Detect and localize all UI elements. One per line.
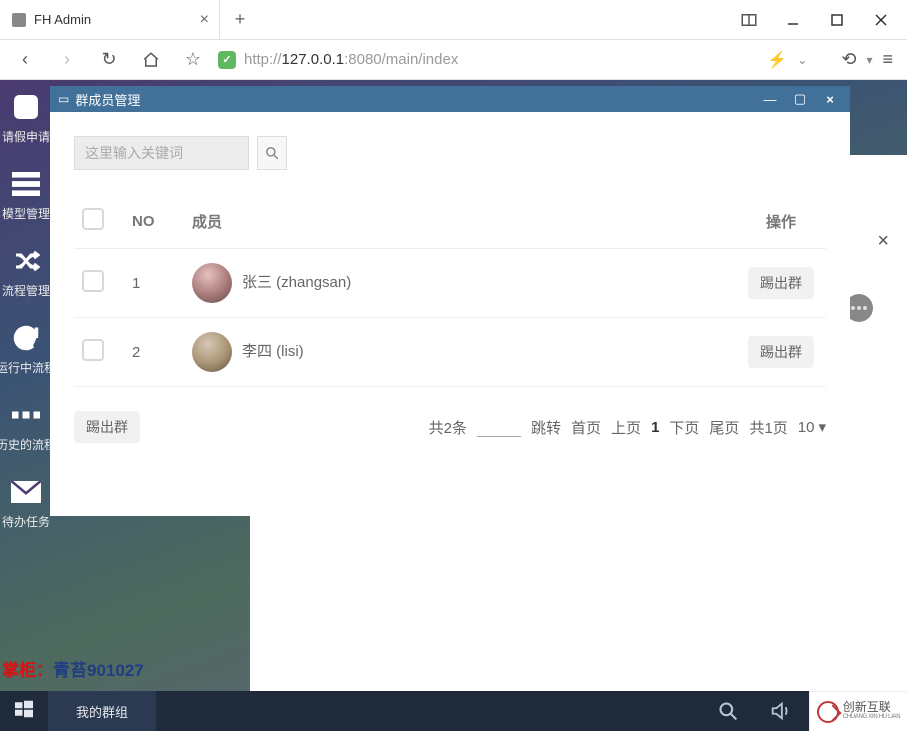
- modal-minimize-button[interactable]: —: [758, 92, 782, 107]
- modal-maximize-button[interactable]: ▢: [788, 91, 812, 107]
- search-button[interactable]: [257, 136, 287, 170]
- sidebar-item-label: 待办任务: [2, 513, 50, 530]
- sidebar-item-history[interactable]: 历史的流程: [0, 400, 52, 453]
- mail-icon: [9, 477, 43, 507]
- brand-logo: 创新互联 CHUANG XIN HU LIAN: [809, 691, 907, 731]
- pager: 共2条 跳转 首页 上页 1 下页 尾页 共1页 10 ▾: [429, 417, 826, 438]
- sync-icon: [9, 323, 43, 353]
- refresh-button[interactable]: ↻: [92, 43, 126, 77]
- favicon-icon: [12, 13, 26, 27]
- pager-jump-button[interactable]: 跳转: [531, 417, 561, 438]
- sound-icon[interactable]: [765, 696, 795, 726]
- member-name: 李四 (lisi): [242, 343, 304, 360]
- bolt-icon[interactable]: ⚡: [767, 50, 787, 70]
- row-no: 2: [124, 318, 184, 387]
- pager-pages: 共1页: [749, 417, 787, 438]
- sidebar-item-todo[interactable]: 待办任务: [0, 477, 52, 530]
- shield-icon: ✓: [218, 51, 236, 69]
- sidebar-item-label: 运行中流程: [0, 359, 56, 376]
- watermark: 掌柜：青苔901027: [2, 656, 144, 681]
- taskbar: 我的群组 +: [0, 691, 907, 731]
- page-size-select[interactable]: 10 ▾: [798, 418, 826, 436]
- chevron-down-icon: ▾: [818, 418, 826, 436]
- close-icon[interactable]: ×: [877, 230, 889, 253]
- nav-back-button[interactable]: ‹: [8, 43, 42, 77]
- browser-tab[interactable]: FH Admin ×: [0, 0, 220, 40]
- sidebar-item-leave[interactable]: 请假申请: [0, 92, 52, 145]
- pager-last-button[interactable]: 尾页: [709, 417, 739, 438]
- avatar: [192, 332, 232, 372]
- modal-body: NO 成员 操作 1 张三 (zhangsan) 踢出群 2: [50, 112, 850, 516]
- favorite-button[interactable]: ☆: [176, 43, 210, 77]
- column-op: 操作: [736, 194, 826, 249]
- sidebar-item-label: 流程管理: [2, 282, 50, 299]
- kick-button[interactable]: 踢出群: [748, 267, 814, 299]
- taskbar-item-label: 我的群组: [76, 702, 128, 721]
- sidebar-item-label: 历史的流程: [0, 436, 56, 453]
- row-checkbox[interactable]: [82, 339, 104, 361]
- pager-first-button[interactable]: 首页: [571, 417, 601, 438]
- modal-group-members: ▭ 群成员管理 — ▢ × NO 成员 操作: [50, 86, 850, 516]
- keyword-input[interactable]: [74, 136, 249, 170]
- shuffle-icon: [9, 246, 43, 276]
- address-bar[interactable]: ✓ http://127.0.0.1:8080/main/index: [218, 51, 759, 69]
- app-viewport: ≡ ▴ × 请假申请 模型管理 流程管理 运行中流程 历史的流程 待办任务: [0, 80, 907, 731]
- pager-next-button[interactable]: 下页: [669, 417, 699, 438]
- row-checkbox[interactable]: [82, 270, 104, 292]
- ellipsis-icon: [9, 400, 43, 430]
- sidebar-item-label: 请假申请: [2, 128, 50, 145]
- url-text: http://127.0.0.1:8080/main/index: [244, 51, 458, 68]
- pager-jump-input[interactable]: [477, 417, 521, 437]
- kick-button[interactable]: 踢出群: [748, 336, 814, 368]
- home-button[interactable]: [134, 43, 168, 77]
- window-minimize-button[interactable]: [773, 5, 813, 35]
- browser-tabs-bar: FH Admin × +: [0, 0, 907, 40]
- sidebar-item-running[interactable]: 运行中流程: [0, 323, 52, 376]
- sidebar: 请假申请 模型管理 流程管理 运行中流程 历史的流程 待办任务: [0, 80, 52, 731]
- avatar: [192, 263, 232, 303]
- edit-icon: [9, 92, 43, 122]
- chevron-down-icon[interactable]: ⌄: [797, 53, 807, 67]
- close-icon[interactable]: ×: [200, 11, 209, 29]
- modal-title: 群成员管理: [75, 90, 140, 109]
- select-all-checkbox[interactable]: [82, 208, 104, 230]
- window-controls: [729, 5, 907, 35]
- window-icon: ▭: [58, 92, 69, 106]
- start-button[interactable]: [0, 700, 48, 723]
- hamburger-icon[interactable]: ≡: [882, 49, 893, 70]
- members-table: NO 成员 操作 1 张三 (zhangsan) 踢出群 2: [74, 194, 826, 387]
- search-icon[interactable]: [713, 696, 743, 726]
- pager-total: 共2条: [429, 417, 467, 438]
- table-row: 1 张三 (zhangsan) 踢出群: [74, 249, 826, 318]
- pager-current: 1: [651, 419, 659, 436]
- nav-forward-button[interactable]: ›: [50, 43, 84, 77]
- column-no: NO: [124, 194, 184, 249]
- sidebar-item-label: 模型管理: [2, 205, 50, 222]
- modal-close-button[interactable]: ×: [818, 92, 842, 107]
- new-tab-button[interactable]: +: [220, 9, 260, 30]
- table-row: 2 李四 (lisi) 踢出群: [74, 318, 826, 387]
- reader-mode-icon[interactable]: [729, 5, 769, 35]
- window-close-button[interactable]: [861, 5, 901, 35]
- logo-icon: [817, 701, 839, 723]
- toolbar-right: ⚡ ⌄ ⟲ ▾ ≡: [767, 49, 899, 70]
- undo-icon[interactable]: ⟲: [841, 49, 856, 70]
- sidebar-item-model[interactable]: 模型管理: [0, 169, 52, 222]
- sidebar-item-flow[interactable]: 流程管理: [0, 246, 52, 299]
- window-maximize-button[interactable]: [817, 5, 857, 35]
- bulk-kick-button[interactable]: 踢出群: [74, 411, 140, 443]
- browser-toolbar: ‹ › ↻ ☆ ✓ http://127.0.0.1:8080/main/ind…: [0, 40, 907, 80]
- search-icon: [265, 146, 279, 160]
- column-member: 成员: [184, 194, 736, 249]
- list-icon: [9, 169, 43, 199]
- row-no: 1: [124, 249, 184, 318]
- member-name: 张三 (zhangsan): [242, 274, 351, 291]
- pager-prev-button[interactable]: 上页: [611, 417, 641, 438]
- modal-titlebar[interactable]: ▭ 群成员管理 — ▢ ×: [50, 86, 850, 112]
- chevron-down-icon[interactable]: ▾: [866, 53, 872, 67]
- taskbar-item-active[interactable]: 我的群组: [48, 691, 156, 731]
- tab-title: FH Admin: [34, 12, 207, 27]
